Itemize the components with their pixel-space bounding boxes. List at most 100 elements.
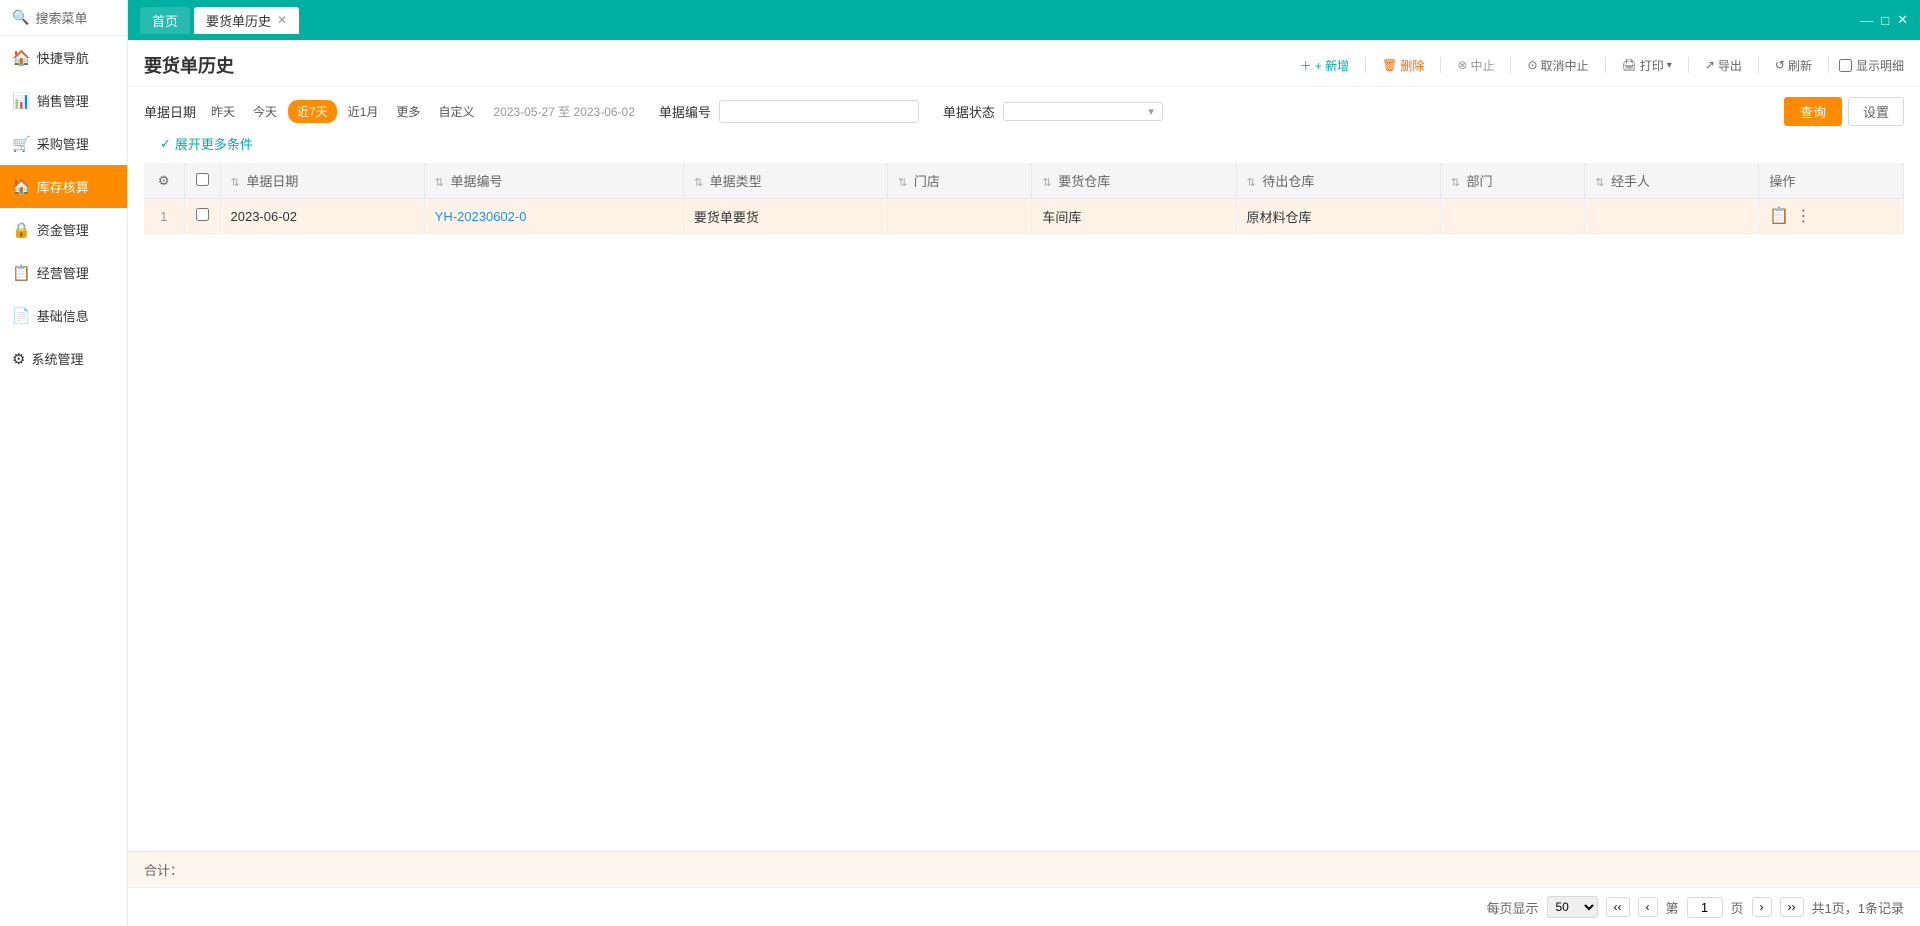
cell-department	[1440, 199, 1584, 234]
finance-icon: 🔒	[12, 221, 31, 239]
delete-label: 删除	[1400, 57, 1424, 74]
print-button[interactable]: 🖨 打印 ▾	[1616, 53, 1678, 78]
col-checkbox[interactable]	[184, 163, 220, 199]
order-no-link[interactable]: YH-20230602-0	[435, 209, 527, 224]
expand-more-btn[interactable]: ✓ 展开更多条件	[160, 134, 1888, 153]
purchase-icon: 🛒	[12, 135, 31, 153]
display-cell-checkbox[interactable]	[1839, 59, 1852, 72]
chevron-down-icon: ▾	[1148, 105, 1154, 118]
col-req-warehouse-label: 要货仓库	[1058, 174, 1110, 189]
date-btn-custom[interactable]: 自定义	[431, 100, 481, 123]
date-btn-more[interactable]: 更多	[389, 100, 427, 123]
toolbar: ＋ + 新增 🗑 删除 ⊗ 中止 ⊙ 取消中止	[1294, 53, 1904, 78]
refresh-button[interactable]: ↺ 刷新	[1769, 53, 1818, 78]
main-area: 首页 要货单历史 ✕ — □ ✕ 要货单历史 ＋ + 新增 🗑 删除	[128, 0, 1920, 926]
sidebar-item-finance[interactable]: 🔒 资金管理	[0, 208, 127, 251]
close-button[interactable]: ✕	[1897, 12, 1908, 28]
status-select[interactable]: ▾	[1003, 102, 1163, 121]
col-actions-label: 操作	[1769, 174, 1795, 189]
system-icon: ⚙	[12, 350, 25, 368]
col-order-type[interactable]: 单据类型	[683, 163, 887, 199]
table-row: 1 2023-06-02 YH-20230602-0 要货单要货 车间库 原材料…	[144, 199, 1904, 234]
date-btn-today[interactable]: 今天	[246, 100, 284, 123]
separator6	[1758, 57, 1759, 73]
export-button[interactable]: ↗ 导出	[1699, 53, 1748, 78]
sidebar-item-purchase[interactable]: 🛒 采购管理	[0, 122, 127, 165]
last-page-button[interactable]: ››	[1780, 897, 1804, 917]
cancel-stop-button[interactable]: ⊙ 取消中止	[1521, 53, 1594, 78]
search-icon: 🔍	[12, 9, 29, 26]
tab-close-icon[interactable]: ✕	[277, 13, 287, 27]
page-number-input[interactable]	[1687, 897, 1723, 918]
col-store[interactable]: 门店	[887, 163, 1031, 199]
next-page-button[interactable]: ›	[1752, 897, 1772, 917]
cell-index: 1	[144, 199, 184, 234]
sidebar-search[interactable]: 🔍 搜索菜单	[0, 0, 127, 36]
filter-row: 单据日期 昨天 今天 近7天 近1月 更多 自定义 2023-05-27 至 2…	[144, 97, 1904, 126]
sidebar-item-label: 库存核算	[37, 177, 89, 196]
first-page-button[interactable]: ‹‹	[1606, 897, 1630, 917]
separator7	[1828, 57, 1829, 73]
maximize-button[interactable]: □	[1881, 13, 1889, 28]
sidebar-item-label: 基础信息	[37, 306, 89, 325]
col-order-no[interactable]: 单据编号	[424, 163, 683, 199]
row-checkbox[interactable]	[196, 208, 209, 221]
tab-requisition-history[interactable]: 要货单历史 ✕	[194, 7, 299, 34]
display-cell-toggle[interactable]: 显示明细	[1839, 57, 1904, 74]
sidebar-item-label: 采购管理	[37, 134, 89, 153]
cell-checkbox[interactable]	[184, 199, 220, 234]
inventory-icon: 🏠	[12, 178, 31, 196]
add-button[interactable]: ＋ + 新增	[1294, 53, 1355, 78]
separator5	[1688, 57, 1689, 73]
display-cell-label: 显示明细	[1856, 57, 1904, 74]
prev-page-button[interactable]: ‹	[1638, 897, 1658, 917]
stop-button[interactable]: ⊗ 中止	[1451, 53, 1500, 78]
setting-button[interactable]: 设置	[1848, 97, 1904, 126]
sidebar-item-operations[interactable]: 📋 经营管理	[0, 251, 127, 294]
col-req-warehouse[interactable]: 要货仓库	[1032, 163, 1236, 199]
sidebar-item-inventory[interactable]: 🏠 库存核算	[0, 165, 127, 208]
col-handler[interactable]: 经手人	[1585, 163, 1759, 199]
cell-store	[887, 199, 1031, 234]
delete-button[interactable]: 🗑 删除	[1376, 53, 1430, 78]
col-settings[interactable]: ⚙	[144, 163, 184, 199]
edit-icon[interactable]: 📋	[1769, 206, 1789, 226]
order-no-filter-group: 单据编号	[659, 100, 919, 123]
more-icon[interactable]: ⋮	[1795, 206, 1811, 226]
separator4	[1605, 57, 1606, 73]
date-btn-1month[interactable]: 近1月	[341, 100, 386, 123]
col-department[interactable]: 部门	[1440, 163, 1584, 199]
order-no-input[interactable]	[719, 100, 919, 123]
col-date[interactable]: 单据日期	[220, 163, 424, 199]
col-order-no-label: 单据编号	[451, 174, 503, 189]
date-btn-yesterday[interactable]: 昨天	[204, 100, 242, 123]
table-wrap: ⚙ 单据日期 单据编号 单据类型	[128, 163, 1920, 851]
col-date-label: 单据日期	[246, 174, 298, 189]
sidebar-item-label: 经营管理	[37, 263, 89, 282]
topbar-window-controls: — □ ✕	[1860, 12, 1908, 28]
stop-label: 中止	[1470, 57, 1494, 74]
separator	[1365, 57, 1366, 73]
per-page-label: 每页显示	[1486, 898, 1538, 917]
minimize-button[interactable]: —	[1860, 13, 1873, 28]
add-label: + 新增	[1315, 57, 1349, 74]
sidebar-item-sales[interactable]: 📊 销售管理	[0, 79, 127, 122]
sidebar-item-system[interactable]: ⚙ 系统管理	[0, 337, 127, 380]
operations-icon: 📋	[12, 264, 31, 282]
tab-requisition-label: 要货单历史	[206, 11, 271, 30]
date-btn-7days[interactable]: 近7天	[288, 100, 337, 123]
cell-order-type: 要货单要货	[683, 199, 887, 234]
tab-home[interactable]: 首页	[140, 7, 190, 34]
sidebar-item-basic-info[interactable]: 📄 基础信息	[0, 294, 127, 337]
page-header: 要货单历史 ＋ + 新增 🗑 删除 ⊗ 中止 ⊙	[128, 40, 1920, 87]
per-page-select[interactable]: 20 50 100 200	[1547, 896, 1598, 918]
separator2	[1440, 57, 1441, 73]
print-label: 打印	[1640, 57, 1664, 74]
cell-req-warehouse: 车间库	[1032, 199, 1236, 234]
query-button[interactable]: 查询	[1784, 97, 1842, 126]
sidebar-item-quick-nav[interactable]: 🏠 快捷导航	[0, 36, 127, 79]
topbar: 首页 要货单历史 ✕ — □ ✕	[128, 0, 1920, 40]
sidebar-search-label: 搜索菜单	[35, 8, 87, 27]
col-pending-warehouse[interactable]: 待出仓库	[1236, 163, 1440, 199]
select-all-checkbox[interactable]	[196, 173, 209, 186]
